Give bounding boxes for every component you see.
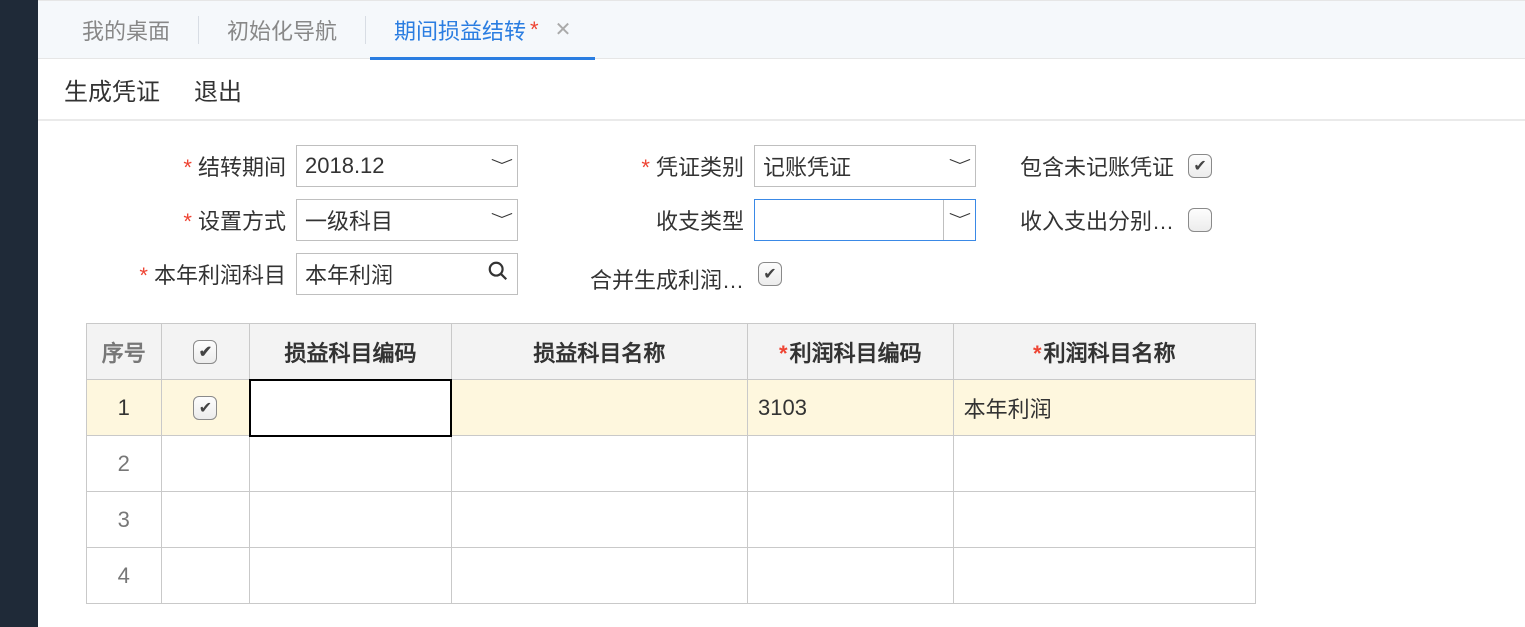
cell-name[interactable] [451, 436, 747, 492]
chevron-down-icon: ﹀ [949, 156, 971, 176]
tab-init-nav[interactable]: 初始化导航 [203, 1, 361, 59]
separate-checkbox[interactable] [1188, 208, 1212, 232]
cell-seq: 4 [87, 548, 162, 604]
include-unposted-checkbox[interactable]: ✔ [1188, 154, 1212, 178]
cell-code[interactable] [250, 548, 452, 604]
tab-separator [198, 16, 199, 44]
profit-subject-lookup[interactable]: 本年利润 [296, 253, 518, 295]
th-pname[interactable]: *利润科目名称 [953, 324, 1255, 380]
period-label: *结转期间 [62, 150, 296, 182]
chevron-down-icon: ﹀ [491, 156, 513, 176]
cell-seq: 1 [87, 380, 162, 436]
chevron-down-icon: ﹀ [948, 210, 970, 230]
th-pcode[interactable]: *利润科目编码 [748, 324, 954, 380]
profit-subject-label: *本年利润科目 [62, 258, 296, 290]
table-row[interactable]: 3 [87, 492, 1256, 548]
cell-pname[interactable] [953, 492, 1255, 548]
income-type-dropdown-button[interactable]: ﹀ [943, 200, 975, 240]
merge-checkbox[interactable]: ✔ [758, 262, 782, 286]
cell-pcode[interactable] [748, 548, 954, 604]
tab-my-desktop[interactable]: 我的桌面 [58, 1, 194, 59]
table-row[interactable]: 2 [87, 436, 1256, 492]
cell-pname[interactable]: 本年利润 [953, 380, 1255, 436]
cell-code[interactable] [250, 380, 452, 436]
cell-pcode[interactable]: 3103 [748, 380, 954, 436]
th-name[interactable]: 损益科目名称 [451, 324, 747, 380]
subject-table: 序号 ✔ 损益科目编码 损益科目名称 *利润科目编码 *利润科目名称 1 ✔ 3… [86, 323, 1256, 604]
cell-check[interactable] [161, 548, 250, 604]
voucher-type-label: *凭证类别 [518, 150, 754, 182]
period-value: 2018.12 [305, 153, 385, 179]
main-panel: 我的桌面 初始化导航 期间损益结转 * ✕ 生成凭证 退出 *结转期间 2018… [38, 0, 1525, 627]
voucher-type-value: 记账凭证 [763, 150, 851, 182]
tab-bar: 我的桌面 初始化导航 期间损益结转 * ✕ [38, 1, 1525, 59]
cell-seq: 3 [87, 492, 162, 548]
cell-check[interactable] [161, 492, 250, 548]
exit-button[interactable]: 退出 [194, 72, 242, 107]
table-row[interactable]: 1 ✔ 3103 本年利润 [87, 380, 1256, 436]
cell-pname[interactable] [953, 548, 1255, 604]
generate-voucher-button[interactable]: 生成凭证 [64, 72, 160, 107]
cell-check: ✔ [161, 380, 250, 436]
tab-dirty-marker: * [530, 17, 539, 43]
header-checkbox[interactable]: ✔ [193, 340, 217, 364]
income-type-label: 收支类型 [518, 204, 754, 236]
cell-code[interactable] [250, 492, 452, 548]
form-area: *结转期间 2018.12 ﹀ *凭证类别 记账凭证 ﹀ 包含未记账凭证 ✔ [38, 121, 1525, 317]
toolbar: 生成凭证 退出 [38, 59, 1525, 121]
cell-name[interactable] [451, 492, 747, 548]
include-unposted-label: 包含未记账凭证 [1020, 150, 1174, 182]
voucher-type-select[interactable]: 记账凭证 ﹀ [754, 145, 976, 187]
close-icon[interactable]: ✕ [555, 20, 572, 40]
profit-subject-value: 本年利润 [305, 258, 393, 290]
income-type-value [755, 200, 943, 240]
separate-label: 收入支出分别… [1020, 204, 1174, 236]
left-sidebar-gutter [0, 0, 38, 627]
merge-label: 合并生成利润… [518, 253, 754, 295]
mode-value: 一级科目 [305, 204, 393, 236]
period-select[interactable]: 2018.12 ﹀ [296, 145, 518, 187]
th-check: ✔ [161, 324, 250, 380]
th-seq: 序号 [87, 324, 162, 380]
mode-select[interactable]: 一级科目 ﹀ [296, 199, 518, 241]
cell-name[interactable] [451, 548, 747, 604]
search-icon [487, 260, 509, 288]
row-checkbox[interactable]: ✔ [193, 396, 217, 420]
cell-pname[interactable] [953, 436, 1255, 492]
tab-separator [365, 16, 366, 44]
mode-label: *设置方式 [62, 204, 296, 236]
cell-check[interactable] [161, 436, 250, 492]
tab-label: 我的桌面 [82, 14, 170, 46]
chevron-down-icon: ﹀ [491, 210, 513, 230]
tab-label: 初始化导航 [227, 14, 337, 46]
cell-name[interactable] [451, 380, 747, 436]
table-row[interactable]: 4 [87, 548, 1256, 604]
table-header-row: 序号 ✔ 损益科目编码 损益科目名称 *利润科目编码 *利润科目名称 [87, 324, 1256, 380]
income-type-select[interactable]: ﹀ [754, 199, 976, 241]
tab-period-profit-loss[interactable]: 期间损益结转 * ✕ [370, 1, 595, 59]
cell-pcode[interactable] [748, 436, 954, 492]
cell-pcode[interactable] [748, 492, 954, 548]
cell-seq: 2 [87, 436, 162, 492]
th-code[interactable]: 损益科目编码 [250, 324, 452, 380]
cell-code[interactable] [250, 436, 452, 492]
tab-label: 期间损益结转 [394, 14, 526, 46]
